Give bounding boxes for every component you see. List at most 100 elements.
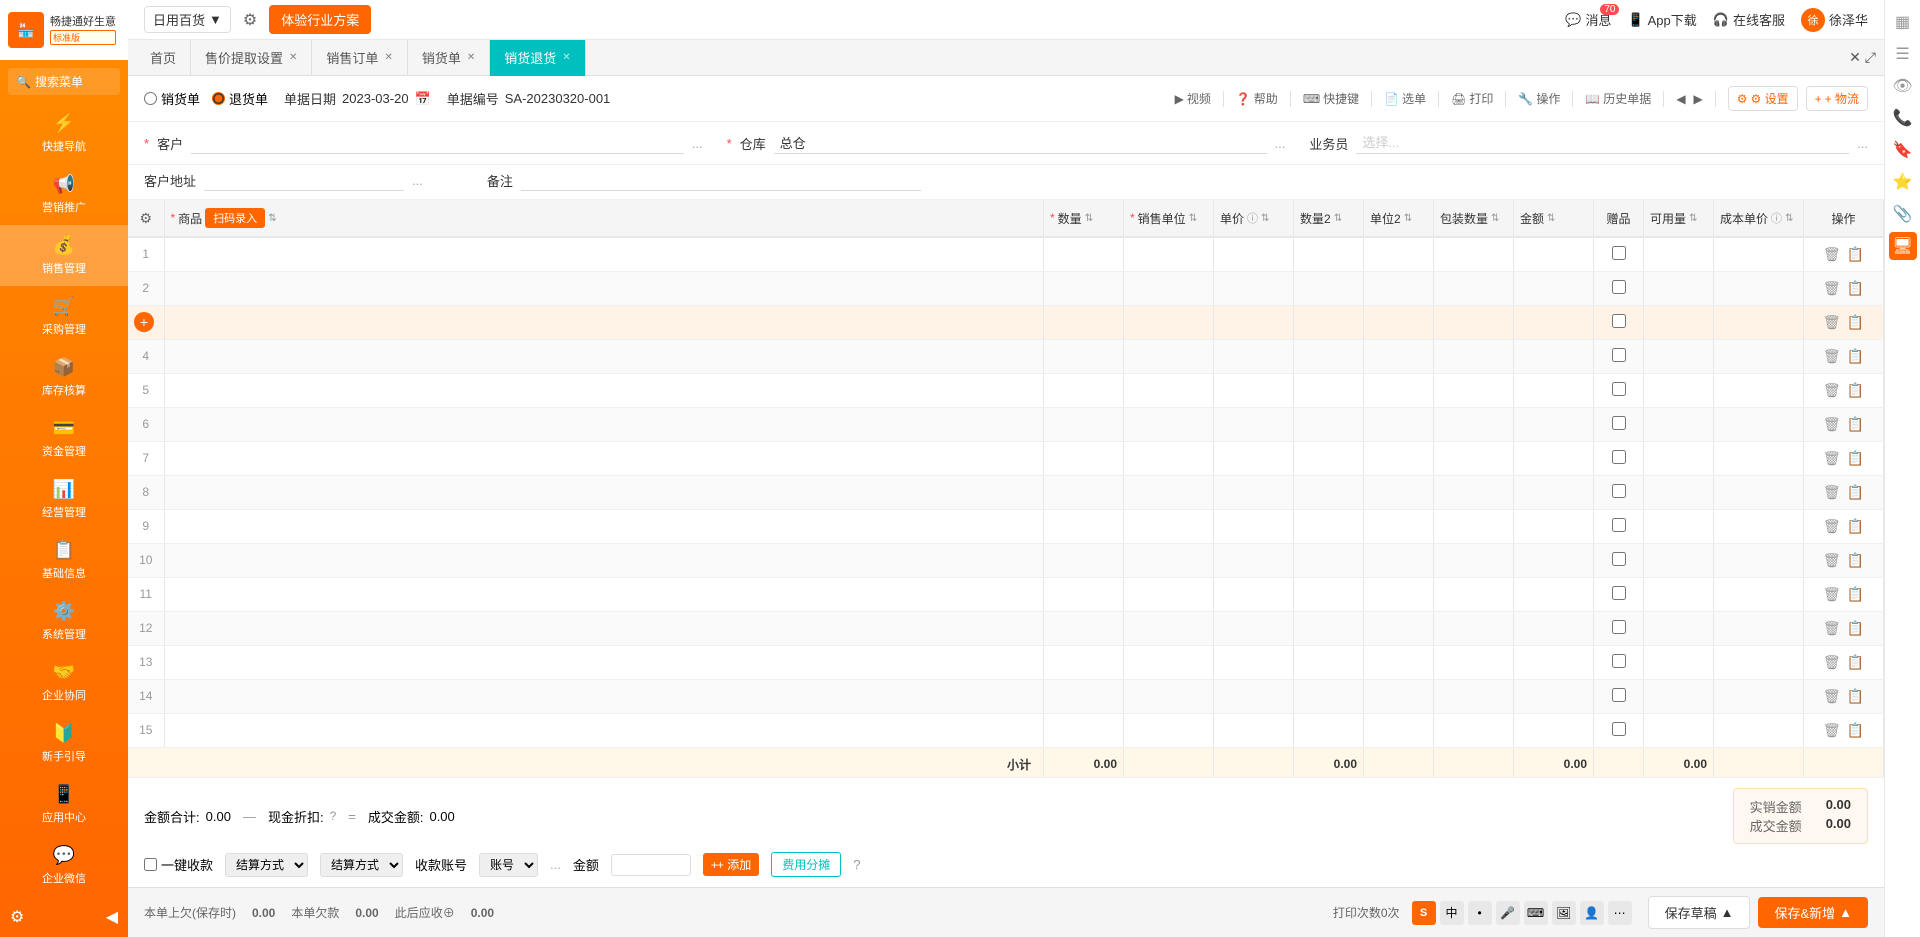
- shortcut-button[interactable]: ⌨ 快捷键: [1303, 90, 1359, 107]
- tool-icon-mic[interactable]: 🎤: [1496, 901, 1520, 925]
- sidebar-item-finance[interactable]: 💳 资金管理: [0, 408, 128, 469]
- next-record-button[interactable]: ▶: [1694, 92, 1703, 106]
- gift-checkbox[interactable]: [1612, 620, 1626, 634]
- copy-row-button[interactable]: 📋: [1847, 518, 1864, 535]
- delete-row-button[interactable]: 🗑: [1823, 722, 1841, 739]
- tool-icon-img[interactable]: 🖼: [1552, 901, 1576, 925]
- product-cell[interactable]: [164, 543, 1044, 577]
- sidebar-item-inventory[interactable]: 📦 库存核算: [0, 347, 128, 408]
- qty2-sort-icon[interactable]: ⇅: [1334, 213, 1342, 224]
- sale-out-radio-input[interactable]: [144, 92, 157, 105]
- delete-row-button[interactable]: 🗑: [1823, 348, 1841, 365]
- tab-sale-order-close[interactable]: ✕: [384, 52, 392, 63]
- print-button[interactable]: 🖨 打印: [1451, 90, 1493, 107]
- sidebar-item-shortcuts[interactable]: ⚡ 快捷导航: [0, 103, 128, 164]
- copy-row-button[interactable]: 📋: [1847, 348, 1864, 365]
- gift-cell[interactable]: [1594, 237, 1644, 271]
- qty-cell[interactable]: [1044, 271, 1124, 305]
- sidebar-item-sales[interactable]: 💰 销售管理: [0, 225, 128, 286]
- copy-row-button[interactable]: 📋: [1847, 654, 1864, 671]
- sidebar-item-enterprise[interactable]: 🤝 企业协同: [0, 652, 128, 713]
- video-button[interactable]: ▶ 视频: [1175, 90, 1211, 107]
- return-radio-input[interactable]: [212, 92, 225, 105]
- sidebar-item-basics[interactable]: 📋 基础信息: [0, 530, 128, 591]
- product-cell[interactable]: [164, 475, 1044, 509]
- account-picker-button[interactable]: ...: [550, 857, 561, 872]
- tab-home[interactable]: 首页: [136, 40, 191, 76]
- gift-checkbox[interactable]: [1612, 348, 1626, 362]
- delete-row-button[interactable]: 🗑: [1823, 586, 1841, 603]
- product-cell[interactable]: [164, 305, 1044, 339]
- trial-button[interactable]: 体验行业方案: [269, 5, 371, 34]
- unit-cell[interactable]: [1124, 305, 1214, 339]
- qty-cell[interactable]: [1044, 237, 1124, 271]
- phone-icon[interactable]: 📞: [1889, 104, 1917, 132]
- delete-row-button[interactable]: 🗑: [1823, 382, 1841, 399]
- pack-sort-icon[interactable]: ⇅: [1491, 213, 1499, 224]
- price-cell[interactable]: [1214, 237, 1294, 271]
- delete-row-button[interactable]: 🗑: [1823, 450, 1841, 467]
- dropdown-arrow-icon2[interactable]: ▲: [1839, 905, 1852, 920]
- user-menu[interactable]: 徐 徐泽华: [1801, 8, 1868, 32]
- gift-checkbox[interactable]: [1612, 688, 1626, 702]
- customer-input[interactable]: [191, 132, 684, 154]
- payment-amount-input[interactable]: [611, 854, 691, 876]
- sidebar-item-system[interactable]: ⚙️ 系统管理: [0, 591, 128, 652]
- warehouse-picker-button[interactable]: ...: [1275, 136, 1286, 151]
- amount-cell[interactable]: [1514, 271, 1594, 305]
- product-cell[interactable]: [164, 713, 1044, 747]
- operate-button[interactable]: 🔧 操作: [1518, 90, 1560, 107]
- sale-out-radio[interactable]: 销货单: [144, 89, 200, 108]
- delete-row-button[interactable]: 🗑: [1823, 484, 1841, 501]
- copy-row-button[interactable]: 📋: [1847, 382, 1864, 399]
- calendar-icon[interactable]: 📅: [415, 91, 431, 107]
- tab-sale-order[interactable]: 销售订单 ✕: [312, 40, 407, 76]
- star-icon[interactable]: ⭐: [1889, 168, 1917, 196]
- gift-checkbox[interactable]: [1612, 586, 1626, 600]
- delete-row-button[interactable]: 🗑: [1823, 280, 1841, 297]
- copy-row-button[interactable]: 📋: [1847, 314, 1864, 331]
- pack-cell[interactable]: [1434, 237, 1514, 271]
- gift-checkbox[interactable]: [1612, 552, 1626, 566]
- message-button[interactable]: 💬 消息 70: [1565, 10, 1611, 29]
- qty2-cell[interactable]: [1294, 237, 1364, 271]
- price-sort-icon[interactable]: ⇅: [1261, 213, 1269, 224]
- tab-sale-return-close[interactable]: ✕: [562, 52, 570, 63]
- onepay-checkbox[interactable]: 一键收款: [144, 855, 213, 874]
- unit2-cell[interactable]: [1364, 271, 1434, 305]
- qty2-cell[interactable]: [1294, 305, 1364, 339]
- choose-button[interactable]: 📄 选单: [1384, 90, 1426, 107]
- sidebar-item-purchase[interactable]: 🛒 采购管理: [0, 286, 128, 347]
- footer-help-icon[interactable]: ?: [853, 857, 860, 872]
- logistics-button[interactable]: + + 物流: [1806, 86, 1868, 111]
- save-new-button[interactable]: 保存&新增 ▲: [1758, 897, 1868, 928]
- scan-button[interactable]: 扫码录入: [205, 208, 265, 228]
- qty-sort-icon[interactable]: ⇅: [1085, 213, 1093, 224]
- help-button[interactable]: ❓ 帮助: [1236, 90, 1278, 107]
- product-cell[interactable]: [164, 339, 1044, 373]
- tool-icon-s[interactable]: S: [1412, 901, 1436, 925]
- dropdown-arrow-icon[interactable]: ▲: [1721, 905, 1734, 920]
- copy-row-button[interactable]: 📋: [1847, 586, 1864, 603]
- onepay-checkbox-input[interactable]: [144, 858, 157, 871]
- remark-input[interactable]: [521, 169, 921, 191]
- bookmark-icon[interactable]: 🔖: [1889, 136, 1917, 164]
- product-cell[interactable]: [164, 407, 1044, 441]
- sidebar-item-marketing[interactable]: 📢 营销推广: [0, 164, 128, 225]
- product-cell[interactable]: [164, 271, 1044, 305]
- product-cell[interactable]: [164, 441, 1044, 475]
- account-select[interactable]: 账号: [479, 853, 538, 877]
- category-select[interactable]: 日用百货 ▼: [144, 6, 231, 33]
- copy-row-button[interactable]: 📋: [1847, 450, 1864, 467]
- copy-row-button[interactable]: 📋: [1847, 280, 1864, 297]
- app-download-button[interactable]: 📱 App下载: [1627, 10, 1696, 29]
- unit-sort-icon[interactable]: ⇅: [1189, 213, 1197, 224]
- available-cell[interactable]: [1644, 305, 1714, 339]
- search-menu-button[interactable]: 🔍 搜索菜单: [8, 68, 120, 95]
- delete-row-button[interactable]: 🗑: [1823, 416, 1841, 433]
- delete-row-button[interactable]: 🗑: [1823, 688, 1841, 705]
- settings-button[interactable]: ⚙ ⚙ 设置: [1728, 86, 1798, 111]
- product-cell[interactable]: [164, 577, 1044, 611]
- gift-cell[interactable]: [1594, 271, 1644, 305]
- pack-cell[interactable]: [1434, 271, 1514, 305]
